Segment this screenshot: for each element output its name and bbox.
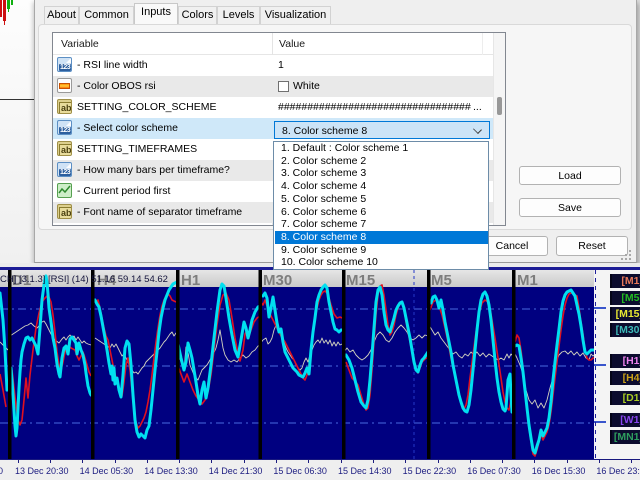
svg-text:CH] [3.1.3] [RSI] (14) 51.16 5: CH] [3.1.3] [RSI] (14) 51.16 59.14 54.62 [0,274,168,285]
svg-text:M15: M15 [346,272,375,289]
svg-text:M5: M5 [431,272,452,289]
svg-text:M30: M30 [263,272,292,289]
svg-text:H1: H1 [181,272,200,289]
svg-text:M1: M1 [517,272,538,289]
